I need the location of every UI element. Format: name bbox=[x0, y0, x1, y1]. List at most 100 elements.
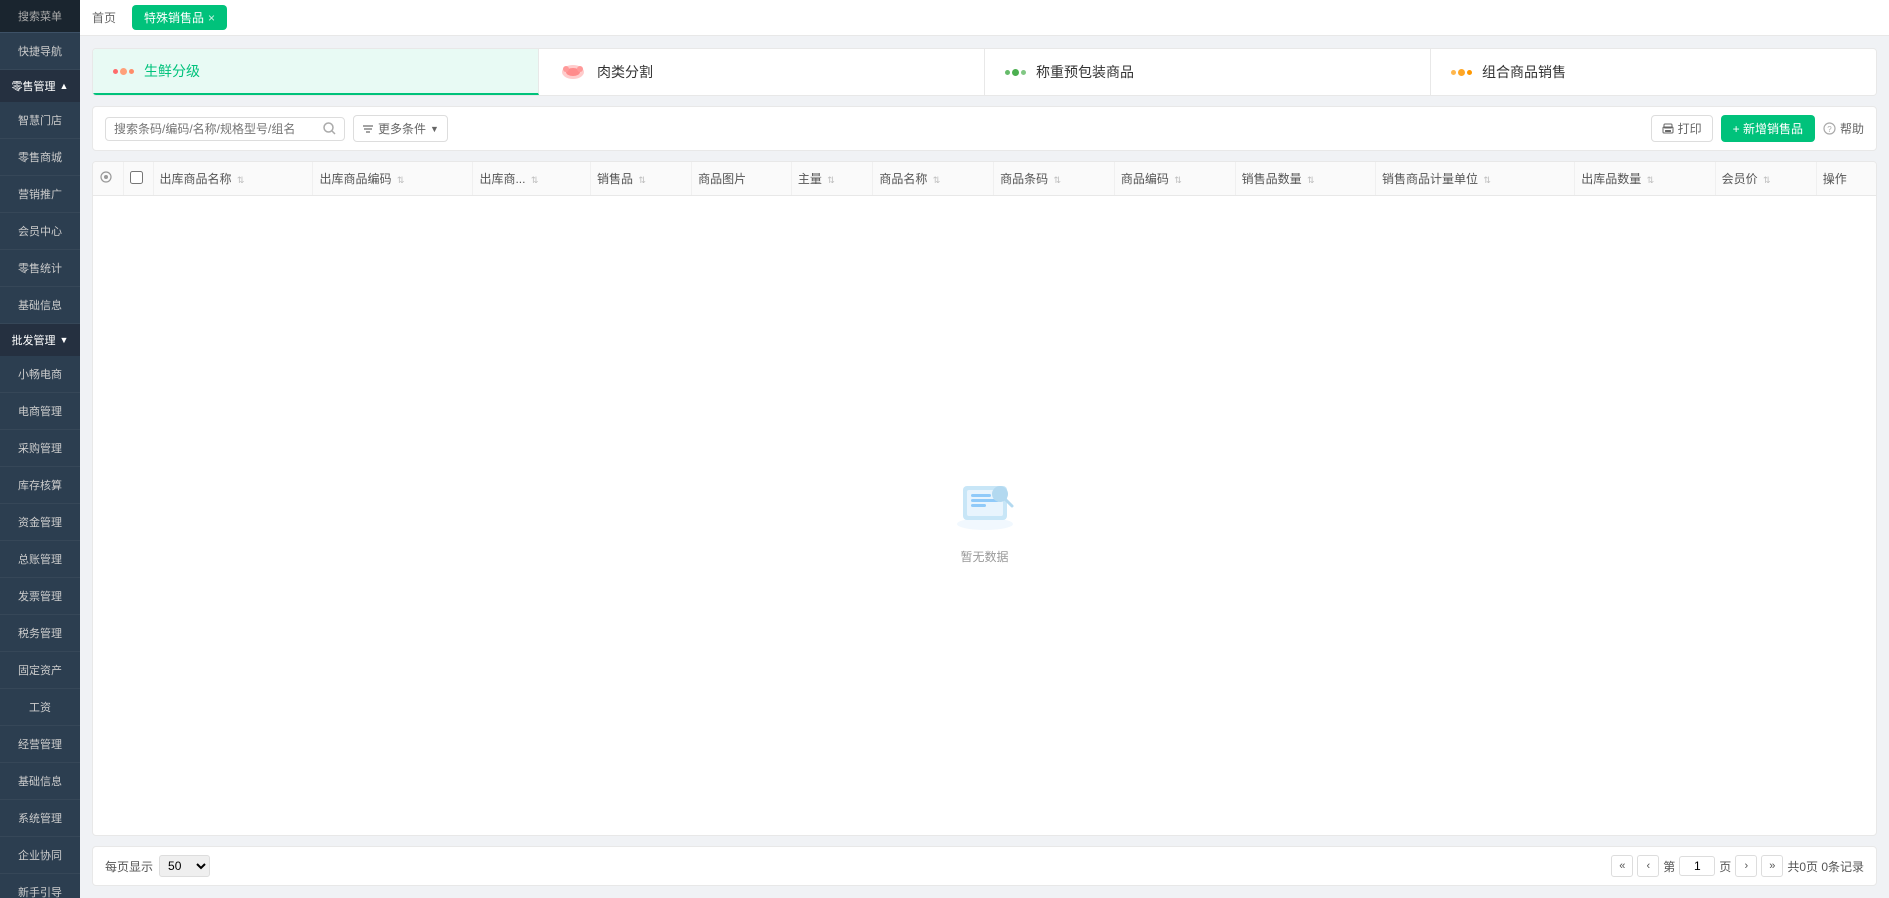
new-btn-label: + 新增销售品 bbox=[1733, 120, 1803, 137]
col-sale-unit[interactable]: 销售商品计量单位 ⇅ bbox=[1376, 162, 1575, 196]
tab-weigh-pack[interactable]: 称重预包装商品 bbox=[985, 49, 1431, 95]
pagination-left: 每页显示 50 10 20 100 bbox=[105, 855, 210, 877]
printer-icon bbox=[1662, 123, 1674, 135]
sidebar: 搜索菜单 快捷导航 零售管理 ▲ 智慧门店 零售商城 营销推广 会员中心 零售统… bbox=[0, 0, 80, 898]
tab-fresh-grade[interactable]: 生鲜分级 bbox=[93, 49, 539, 95]
sidebar-item-system-manage[interactable]: 系统管理 bbox=[0, 800, 80, 837]
search-box[interactable] bbox=[105, 117, 345, 141]
col-goods-image[interactable]: 商品图片 bbox=[692, 162, 792, 196]
retail-manage-label: 零售管理 bbox=[12, 78, 56, 94]
help-icon: ? bbox=[1823, 122, 1836, 135]
col-settings[interactable] bbox=[93, 162, 123, 196]
sidebar-item-inventory[interactable]: 库存核算 bbox=[0, 467, 80, 504]
col-out-goods-extra[interactable]: 出库商... ⇅ bbox=[473, 162, 591, 196]
filter-right: 打印 + 新增销售品 ? 帮助 bbox=[1651, 115, 1864, 142]
sort-icon: ⇅ bbox=[933, 175, 941, 185]
col-out-qty[interactable]: 出库品数量 ⇅ bbox=[1575, 162, 1715, 196]
sidebar-item-general-ledger[interactable]: 总账管理 bbox=[0, 541, 80, 578]
table-container: 出库商品名称 ⇅ 出库商品编码 ⇅ 出库商... ⇅ 销售品 bbox=[92, 161, 1877, 836]
last-page-button[interactable]: » bbox=[1761, 855, 1783, 877]
col-checkbox[interactable] bbox=[123, 162, 153, 196]
tab-cards: 生鲜分级 肉类分割 称重预包装商品 bbox=[92, 48, 1877, 96]
help-button[interactable]: ? 帮助 bbox=[1823, 120, 1864, 137]
print-button[interactable]: 打印 bbox=[1651, 115, 1713, 142]
retail-manage-arrow: ▲ bbox=[60, 81, 69, 91]
select-all-checkbox[interactable] bbox=[130, 171, 143, 184]
data-table: 出库商品名称 ⇅ 出库商品编码 ⇅ 出库商... ⇅ 销售品 bbox=[93, 162, 1876, 196]
col-goods-barcode[interactable]: 商品条码 ⇅ bbox=[994, 162, 1115, 196]
per-page-label: 每页显示 bbox=[105, 858, 153, 875]
sidebar-item-fixed-assets[interactable]: 固定资产 bbox=[0, 652, 80, 689]
col-goods-code[interactable]: 商品编码 ⇅ bbox=[1114, 162, 1235, 196]
tab-combo-goods[interactable]: 组合商品销售 bbox=[1431, 49, 1876, 95]
tab-meat-cut-label: 肉类分割 bbox=[597, 62, 653, 82]
sidebar-item-wholesale-manage[interactable]: 批发管理 ▼ bbox=[0, 324, 80, 356]
sidebar-item-basic-info[interactable]: 基础信息 bbox=[0, 287, 80, 324]
print-label: 打印 bbox=[1678, 120, 1702, 137]
sidebar-item-invoice-manage[interactable]: 发票管理 bbox=[0, 578, 80, 615]
col-out-goods-code[interactable]: 出库商品编码 ⇅ bbox=[313, 162, 473, 196]
topbar: 首页 特殊销售品 × bbox=[80, 0, 1889, 36]
sort-icon: ⇅ bbox=[1307, 175, 1315, 185]
active-tab-label: 特殊销售品 bbox=[144, 9, 204, 26]
pagination-bar: 每页显示 50 10 20 100 « ‹ 第 页 › » 共0页 0条记录 bbox=[92, 846, 1877, 886]
sort-icon: ⇅ bbox=[1174, 175, 1182, 185]
meat-cut-icon bbox=[559, 61, 587, 83]
col-goods-name[interactable]: 商品名称 ⇅ bbox=[873, 162, 994, 196]
sidebar-item-purchase-manage[interactable]: 采购管理 bbox=[0, 430, 80, 467]
sort-icon: ⇅ bbox=[638, 175, 646, 185]
sidebar-item-basic-info2[interactable]: 基础信息 bbox=[0, 763, 80, 800]
col-out-goods-name[interactable]: 出库商品名称 ⇅ bbox=[153, 162, 313, 196]
sidebar-logo[interactable]: 搜索菜单 bbox=[0, 0, 80, 33]
per-page-select[interactable]: 50 10 20 100 bbox=[159, 855, 210, 877]
col-member-price[interactable]: 会员价 ⇅ bbox=[1715, 162, 1816, 196]
next-page-button[interactable]: › bbox=[1735, 855, 1757, 877]
wholesale-manage-arrow: ▼ bbox=[60, 335, 69, 345]
sort-icon: ⇅ bbox=[827, 175, 835, 185]
sidebar-item-operations[interactable]: 经营管理 bbox=[0, 726, 80, 763]
quick-nav-label: 快捷导航 bbox=[18, 43, 62, 59]
sidebar-item-retail-mall[interactable]: 零售商城 bbox=[0, 139, 80, 176]
sort-icon: ⇅ bbox=[1483, 175, 1491, 185]
search-icon bbox=[323, 122, 336, 135]
sidebar-item-ecom-manage[interactable]: 电商管理 bbox=[0, 393, 80, 430]
svg-text:?: ? bbox=[1827, 125, 1832, 134]
search-input[interactable] bbox=[114, 122, 319, 136]
sidebar-item-retail-manage[interactable]: 零售管理 ▲ bbox=[0, 70, 80, 102]
chevron-down-icon: ▼ bbox=[430, 124, 439, 134]
new-sale-item-button[interactable]: + 新增销售品 bbox=[1721, 115, 1815, 142]
col-main-weight[interactable]: 主量 ⇅ bbox=[791, 162, 873, 196]
sidebar-item-quick-nav[interactable]: 快捷导航 bbox=[0, 33, 80, 70]
prev-page-button[interactable]: ‹ bbox=[1637, 855, 1659, 877]
tab-meat-cut[interactable]: 肉类分割 bbox=[539, 49, 985, 95]
filter-bar: 更多条件 ▼ 打印 + 新增销售品 bbox=[92, 106, 1877, 151]
page-label: 页 bbox=[1719, 858, 1731, 875]
sidebar-item-new-guide[interactable]: 新手引导 bbox=[0, 874, 80, 898]
breadcrumb-home[interactable]: 首页 bbox=[92, 9, 116, 26]
tab-weigh-pack-label: 称重预包装商品 bbox=[1036, 62, 1134, 82]
filter-icon bbox=[362, 123, 374, 135]
first-page-button[interactable]: « bbox=[1611, 855, 1633, 877]
more-filter-button[interactable]: 更多条件 ▼ bbox=[353, 115, 448, 142]
sidebar-item-tax-manage[interactable]: 税务管理 bbox=[0, 615, 80, 652]
sidebar-item-member-center[interactable]: 会员中心 bbox=[0, 213, 80, 250]
sidebar-item-wages[interactable]: 工资 bbox=[0, 689, 80, 726]
table-header: 出库商品名称 ⇅ 出库商品编码 ⇅ 出库商... ⇅ 销售品 bbox=[93, 162, 1876, 196]
filter-left: 更多条件 ▼ bbox=[105, 115, 448, 142]
sidebar-item-sales-promo[interactable]: 营销推广 bbox=[0, 176, 80, 213]
empty-state: 暂无数据 bbox=[93, 196, 1876, 835]
page-label-prefix: 第 bbox=[1663, 858, 1675, 875]
sidebar-item-smart-store[interactable]: 智慧门店 bbox=[0, 102, 80, 139]
sidebar-item-company-agreement[interactable]: 企业协同 bbox=[0, 837, 80, 874]
col-operation: 操作 bbox=[1816, 162, 1876, 196]
more-filter-label: 更多条件 bbox=[378, 120, 426, 137]
active-tab[interactable]: 特殊销售品 × bbox=[132, 5, 227, 30]
close-tab-button[interactable]: × bbox=[208, 11, 215, 25]
sidebar-item-retail-stats[interactable]: 零售统计 bbox=[0, 250, 80, 287]
empty-illustration bbox=[945, 466, 1025, 536]
sidebar-item-mini-ecom[interactable]: 小畅电商 bbox=[0, 356, 80, 393]
col-sale-goods[interactable]: 销售品 ⇅ bbox=[590, 162, 691, 196]
col-sale-qty[interactable]: 销售品数量 ⇅ bbox=[1235, 162, 1375, 196]
page-input[interactable] bbox=[1679, 856, 1715, 876]
sidebar-item-finance[interactable]: 资金管理 bbox=[0, 504, 80, 541]
